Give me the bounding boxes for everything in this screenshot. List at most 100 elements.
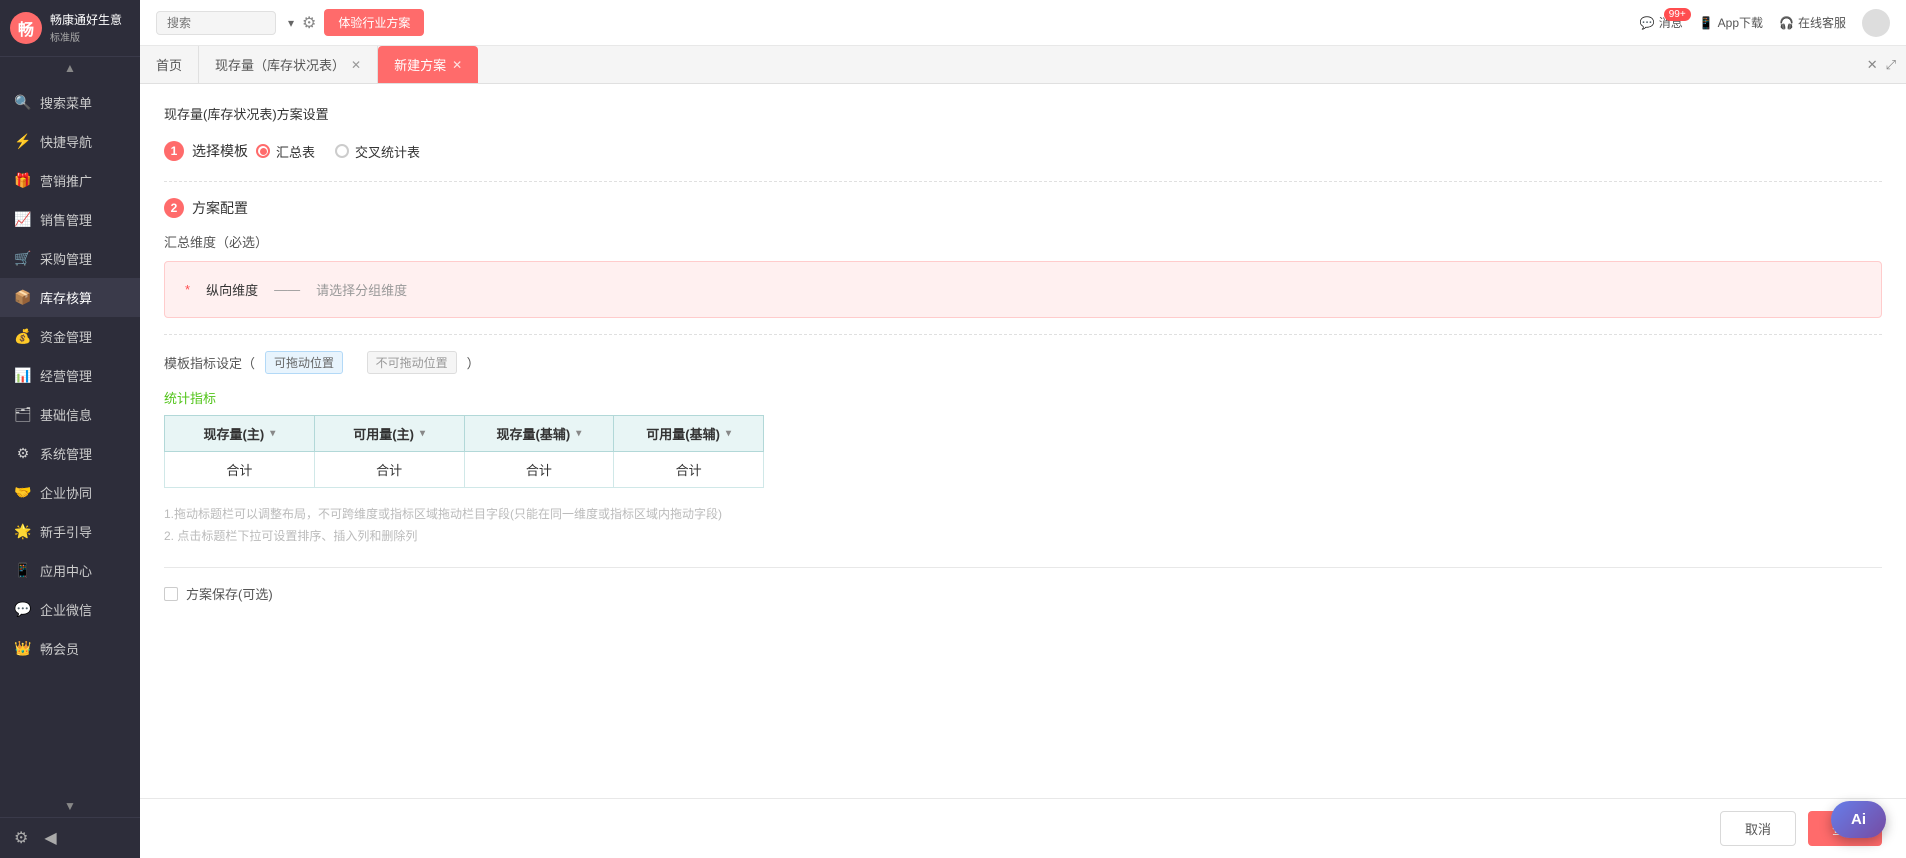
mobile-icon: 📱: [1699, 16, 1714, 30]
avatar[interactable]: [1862, 9, 1890, 37]
app-download-button[interactable]: 📱 App下载: [1699, 14, 1763, 31]
search-input[interactable]: [156, 11, 276, 35]
sidebar-item-operations[interactable]: 📊 经营管理: [0, 356, 140, 395]
radio-crosstab-circle: [335, 144, 349, 158]
sidebar-item-member[interactable]: 👑 畅会员: [0, 629, 140, 668]
save-label: 方案保存(可选): [186, 584, 273, 603]
section1-num: 1: [164, 141, 184, 161]
radio-crosstab[interactable]: 交叉统计表: [335, 142, 420, 161]
ai-bubble[interactable]: Ai: [1831, 801, 1886, 838]
tab-bar: 首页 现存量（库存状况表） ✕ 新建方案 ✕ ✕ ⤢: [140, 46, 1906, 84]
topbar-right: 💬 消息 99+ 📱 App下载 🎧 在线客服: [1640, 9, 1890, 37]
action-bar: 取消 查询: [140, 798, 1906, 858]
gear-icon[interactable]: ⚙: [302, 13, 316, 33]
table-header-col2[interactable]: 可用量(主) ▾: [314, 416, 464, 452]
expand-icon[interactable]: ⤢: [1886, 57, 1896, 73]
cancel-button[interactable]: 取消: [1720, 811, 1796, 846]
section2-num: 2: [164, 198, 184, 218]
divider2: [164, 334, 1882, 335]
close-window-icon[interactable]: ✕: [1867, 57, 1878, 73]
sidebar-item-label: 快捷导航: [40, 132, 92, 151]
required-dash: ——: [274, 282, 300, 297]
draggable-toggle[interactable]: 可拖动位置: [265, 351, 343, 374]
sidebar-item-newuser[interactable]: 🌟 新手引导: [0, 512, 140, 551]
sidebar-item-inventory[interactable]: 📦 库存核算: [0, 278, 140, 317]
col1-label: 现存量(主): [204, 424, 265, 443]
tab-new-plan-close[interactable]: ✕: [452, 58, 462, 72]
radio-summary[interactable]: 汇总表: [256, 142, 315, 161]
topbar-dropdown[interactable]: ▾: [284, 16, 294, 30]
tab-inventory[interactable]: 现存量（库存状况表） ✕: [199, 46, 378, 83]
sidebar-item-basic-info[interactable]: 🗂 基础信息: [0, 395, 140, 434]
sidebar-item-label: 经营管理: [40, 366, 92, 385]
dimension-placeholder[interactable]: 请选择分组维度: [316, 280, 407, 299]
sidebar-item-search[interactable]: 🔍 搜索菜单: [0, 83, 140, 122]
sidebar-item-quicknav[interactable]: ⚡ 快捷导航: [0, 122, 140, 161]
app-name: 畅康通好生意: [50, 12, 122, 29]
tab-home-label: 首页: [156, 55, 182, 74]
table-header-col1[interactable]: 现存量(主) ▾: [165, 416, 315, 452]
system-icon: ⚙: [14, 445, 32, 463]
sidebar-item-wechat[interactable]: 💬 企业微信: [0, 590, 140, 629]
sidebar-item-label: 销售管理: [40, 210, 92, 229]
col2-label: 可用量(主): [353, 424, 414, 443]
message-badge: 99+: [1664, 8, 1691, 21]
sidebar-item-system[interactable]: ⚙ 系统管理: [0, 434, 140, 473]
tab-home[interactable]: 首页: [140, 46, 199, 83]
headset-icon: 🎧: [1779, 16, 1794, 30]
purchase-icon: 🛒: [14, 250, 32, 268]
sidebar-item-label: 企业协同: [40, 483, 92, 502]
tab-new-plan[interactable]: 新建方案 ✕: [378, 46, 478, 83]
settings-icon[interactable]: ⚙: [14, 828, 28, 848]
summary-dimension-label: 汇总维度（必选）: [164, 232, 1882, 251]
sidebar-item-collab[interactable]: 🤝 企业协同: [0, 473, 140, 512]
divider1: [164, 181, 1882, 182]
sidebar-item-marketing[interactable]: 🎁 营销推广: [0, 161, 140, 200]
cell-1-3: 合计: [464, 452, 614, 488]
cell-1-1: 合计: [165, 452, 315, 488]
topbar-left: ▾ ⚙ 体验行业方案: [156, 9, 424, 36]
sidebar-nav: 🔍 搜索菜单 ⚡ 快捷导航 🎁 营销推广 📈 销售管理 🛒 采购管理 📦 库存核…: [0, 79, 140, 795]
col1-chevron: ▾: [270, 428, 275, 439]
sales-icon: 📈: [14, 211, 32, 229]
sidebar-scroll-down[interactable]: ▼: [0, 795, 140, 817]
message-button[interactable]: 💬 消息 99+: [1640, 14, 1683, 31]
required-star: *: [185, 282, 190, 297]
sidebar-item-label: 新手引导: [40, 522, 92, 541]
table-section-title: 统计指标: [164, 388, 1882, 407]
table-header-col4[interactable]: 可用量(基辅) ▾: [614, 416, 764, 452]
content-area: 现存量(库存状况表)方案设置 1 选择模板 汇总表: [140, 84, 1906, 798]
online-service-button[interactable]: 🎧 在线客服: [1779, 14, 1846, 31]
search-icon: 🔍: [14, 94, 32, 112]
radio-summary-inner: [260, 148, 267, 155]
col4-label: 可用量(基辅): [646, 424, 720, 443]
col2-chevron: ▾: [420, 428, 425, 439]
section2-header: 2 方案配置: [164, 198, 1882, 218]
not-draggable-toggle[interactable]: 不可拖动位置: [367, 351, 457, 374]
tab-inventory-close[interactable]: ✕: [351, 58, 361, 72]
table-row: 合计 合计 合计 合计: [165, 452, 764, 488]
sidebar-item-label: 系统管理: [40, 444, 92, 463]
trial-button[interactable]: 体验行业方案: [324, 9, 424, 36]
tips-section: 1.拖动标题栏可以调整布局，不可跨维度或指标区域拖动栏目字段(只能在同一维度或指…: [164, 504, 1882, 547]
save-checkbox[interactable]: [164, 587, 178, 601]
table-header-col3[interactable]: 现存量(基辅) ▾: [464, 416, 614, 452]
sidebar-item-label: 搜索菜单: [40, 93, 92, 112]
quicknav-icon: ⚡: [14, 133, 32, 151]
message-icon: 💬: [1640, 16, 1655, 30]
sidebar-item-appcenter[interactable]: 📱 应用中心: [0, 551, 140, 590]
topbar: ▾ ⚙ 体验行业方案 💬 消息 99+ 📱 App下载 🎧 在线客服: [140, 0, 1906, 46]
sidebar-item-label: 基础信息: [40, 405, 92, 424]
tab-expand: ✕ ⤢: [1857, 57, 1906, 73]
sidebar-item-label: 营销推广: [40, 171, 92, 190]
collapse-icon[interactable]: ◀: [44, 828, 56, 848]
section-template: 1 选择模板 汇总表 交叉统计表: [164, 141, 1882, 161]
sidebar-scroll-up[interactable]: ▲: [0, 57, 140, 79]
inventory-icon: 📦: [14, 289, 32, 307]
col3-label: 现存量(基辅): [497, 424, 571, 443]
sidebar-item-sales[interactable]: 📈 销售管理: [0, 200, 140, 239]
sidebar-item-finance[interactable]: 💰 资金管理: [0, 317, 140, 356]
sidebar-item-label: 企业微信: [40, 600, 92, 619]
tip1: 1.拖动标题栏可以调整布局，不可跨维度或指标区域拖动栏目字段(只能在同一维度或指…: [164, 504, 1882, 526]
sidebar-item-purchase[interactable]: 🛒 采购管理: [0, 239, 140, 278]
